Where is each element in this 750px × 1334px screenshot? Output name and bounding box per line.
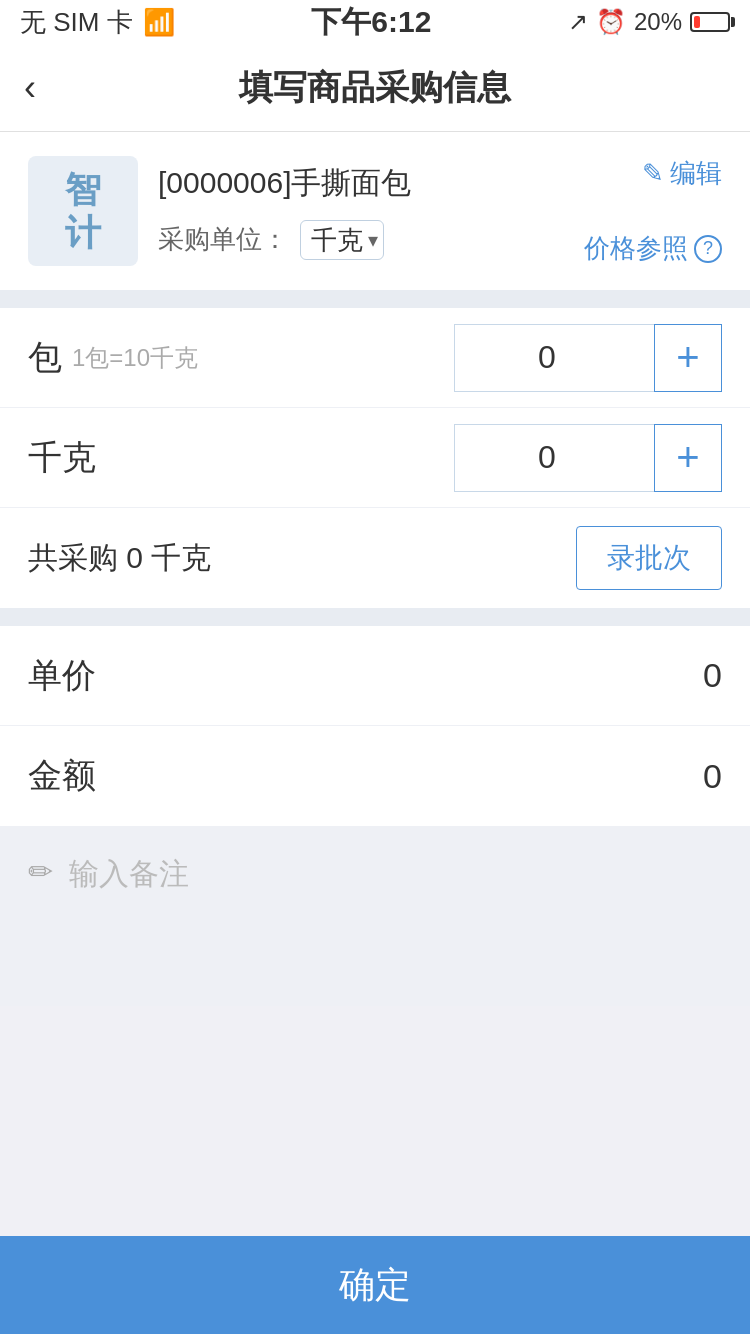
unit-select[interactable]: 千克 包 (300, 220, 384, 260)
edit-icon: ✎ (642, 158, 664, 189)
quantity-input-wrapper-bao: + (454, 324, 722, 392)
record-batch-button[interactable]: 录批次 (576, 526, 722, 590)
status-left: 无 SIM 卡 📶 (20, 5, 175, 40)
price-section: 单价 0 金额 0 (0, 626, 750, 826)
quantity-section: 包 1包=10千克 + 千克 + (0, 308, 750, 508)
location-icon: ↗ (568, 8, 588, 36)
quantity-row-bao: 包 1包=10千克 + (0, 308, 750, 408)
note-section[interactable]: ✏ 输入备注 (0, 826, 750, 1006)
pencil-icon: ✏ (28, 854, 53, 889)
total-row: 共采购 0 千克 录批次 (0, 508, 750, 608)
quantity-label-bao: 包 (28, 335, 62, 381)
page-title: 填写商品采购信息 (239, 65, 511, 111)
edit-button[interactable]: ✎ 编辑 (642, 156, 722, 191)
quantity-row-kg: 千克 + (0, 408, 750, 508)
note-placeholder: 输入备注 (69, 854, 189, 895)
unit-price-row: 单价 0 (0, 626, 750, 726)
unit-prefix-label: 采购单位： (158, 222, 288, 257)
product-logo: 智 计 (65, 168, 101, 254)
amount-value: 0 (703, 757, 722, 796)
quantity-plus-kg[interactable]: + (654, 424, 722, 492)
price-ref-label: 价格参照 (584, 231, 688, 266)
divider-1 (0, 290, 750, 308)
info-icon: ? (694, 235, 722, 263)
unit-price-label: 单价 (28, 653, 96, 699)
wifi-icon: 📶 (143, 7, 175, 38)
back-button[interactable]: ‹ (24, 67, 36, 109)
quantity-label-kg: 千克 (28, 435, 96, 481)
no-sim-label: 无 SIM 卡 (20, 5, 133, 40)
quantity-input-kg[interactable] (454, 424, 654, 492)
product-image: 智 计 (28, 156, 138, 266)
quantity-input-bao[interactable] (454, 324, 654, 392)
quantity-sublabel-bao: 1包=10千克 (72, 342, 454, 374)
status-bar: 无 SIM 卡 📶 下午6:12 ↗ ⏰ 20% (0, 0, 750, 44)
amount-label: 金额 (28, 753, 96, 799)
status-right: ↗ ⏰ 20% (568, 8, 730, 36)
product-card: 智 计 [0000006]手撕面包 采购单位： 千克 包 ✎ 编辑 价格参照 ? (0, 132, 750, 290)
battery-percent: 20% (634, 8, 682, 36)
quantity-input-wrapper-kg: + (454, 424, 722, 492)
quantity-plus-bao[interactable]: + (654, 324, 722, 392)
battery-icon (690, 12, 730, 32)
status-time: 下午6:12 (311, 2, 431, 43)
divider-2 (0, 608, 750, 626)
nav-bar: ‹ 填写商品采购信息 (0, 44, 750, 132)
total-label: 共采购 0 千克 (28, 538, 211, 579)
price-ref-button[interactable]: 价格参照 ? (584, 231, 722, 266)
confirm-button-label: 确定 (339, 1261, 411, 1310)
amount-row: 金额 0 (0, 726, 750, 826)
confirm-button[interactable]: 确定 (0, 1236, 750, 1334)
product-name: [0000006]手撕面包 (158, 163, 722, 204)
alarm-icon: ⏰ (596, 8, 626, 36)
unit-price-value: 0 (703, 656, 722, 695)
unit-select-wrapper[interactable]: 千克 包 (300, 220, 384, 260)
